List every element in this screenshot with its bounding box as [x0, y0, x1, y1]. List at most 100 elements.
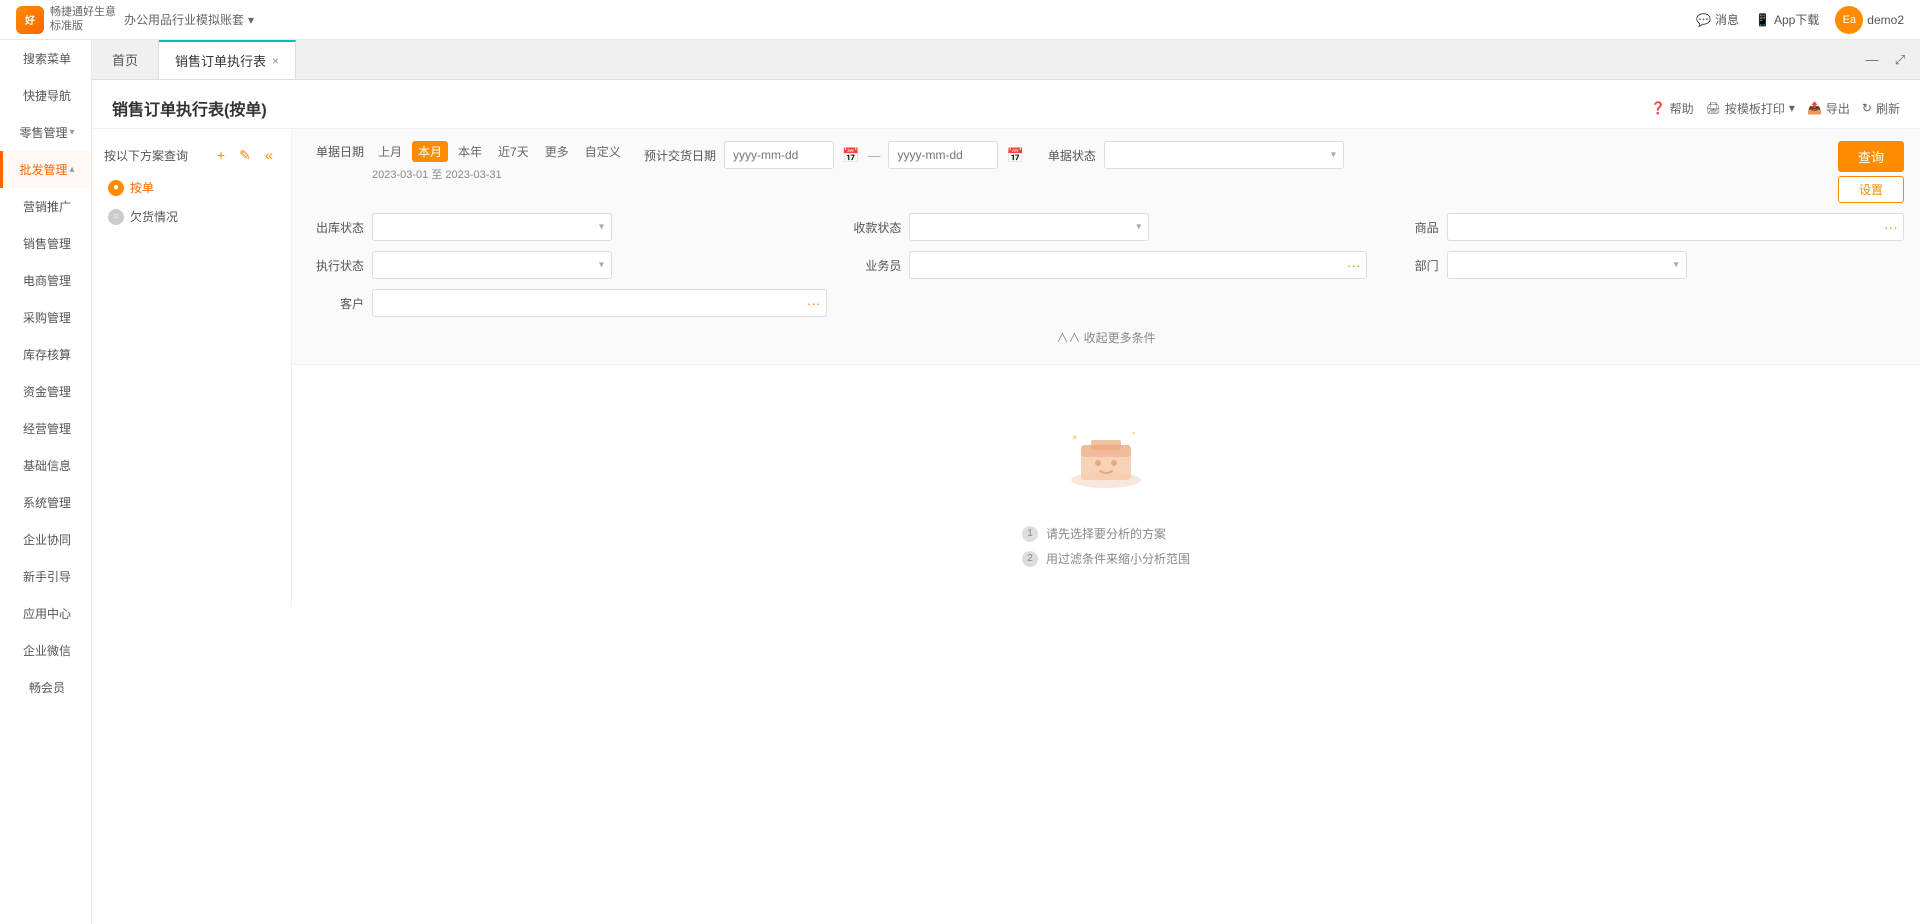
sidebar-item-new-guide[interactable]: 新手引导	[0, 558, 91, 595]
scheme-item-欠货情况[interactable]: ○ 欠货情况	[92, 202, 291, 231]
purchase-label: 采购管理	[23, 311, 71, 325]
message-button[interactable]: 💬 消息	[1696, 11, 1739, 28]
scheme-active-icon: ●	[108, 180, 124, 196]
user-profile[interactable]: Ea demo2	[1835, 6, 1904, 34]
tab-close-button[interactable]: ×	[272, 54, 279, 68]
customer-dots-button[interactable]: ···	[807, 295, 821, 311]
dept-select[interactable]	[1447, 251, 1687, 279]
sidebar-item-ecommerce[interactable]: 电商管理	[0, 262, 91, 299]
status-select[interactable]	[1104, 141, 1344, 169]
user-name: demo2	[1867, 13, 1904, 27]
new-guide-label: 新手引导	[23, 570, 71, 584]
tab-minimize-button[interactable]: —	[1860, 48, 1884, 72]
date-tab-last-month[interactable]: 上月	[372, 141, 408, 162]
export-button[interactable]: 📤 导出	[1807, 100, 1850, 117]
scheme-item-按单[interactable]: ● 按单	[92, 173, 291, 202]
salesperson-dots-button[interactable]: ···	[1347, 257, 1361, 273]
empty-step-1: 1 请先选择要分析的方案	[1022, 525, 1190, 542]
date-tab-7days[interactable]: 近7天	[492, 141, 535, 162]
sidebar-item-enterprise-wechat[interactable]: 企业微信	[0, 632, 91, 669]
left-panel-icons: + ✎ «	[211, 145, 279, 165]
date-start-calendar-icon[interactable]: 📅	[842, 147, 859, 164]
marketing-label: 营销推广	[23, 200, 71, 214]
empty-step-2: 2 用过滤条件来缩小分析范围	[1022, 550, 1190, 567]
enterprise-label: 企业协同	[23, 533, 71, 547]
add-scheme-button[interactable]: +	[211, 145, 231, 165]
sidebar-item-quick-nav[interactable]: 快捷导航	[0, 77, 91, 114]
logo-text: 畅捷通好生意 标准版	[50, 6, 116, 32]
help-button[interactable]: ❓ 帮助	[1651, 100, 1694, 117]
sidebar-item-ops[interactable]: 经营管理	[0, 410, 91, 447]
sidebar-item-retail-mgmt[interactable]: 零售管理 ▾	[0, 114, 91, 151]
logo-icon: 好	[16, 6, 44, 34]
tab-home[interactable]: 首页	[92, 40, 159, 79]
two-panel: 按以下方案查询 + ✎ «	[92, 129, 1920, 607]
goods-dots-button[interactable]: ···	[1884, 219, 1898, 235]
goods-label: 商品	[1383, 219, 1439, 236]
date-end-calendar-icon[interactable]: 📅	[1006, 147, 1023, 164]
sidebar-item-purchase[interactable]: 采购管理	[0, 299, 91, 336]
scheme-label-欠货情况: 欠货情况	[130, 208, 178, 225]
tab-maximize-button[interactable]: ⤢	[1888, 48, 1912, 72]
date-tab-this-month[interactable]: 本月	[412, 141, 448, 162]
goods-input[interactable]	[1447, 213, 1904, 241]
refresh-button[interactable]: ↻ 刷新	[1862, 100, 1900, 117]
customer-input[interactable]	[372, 289, 827, 317]
dept-label: 部门	[1383, 257, 1439, 274]
ecommerce-label: 电商管理	[23, 274, 71, 288]
page-content: 销售订单执行表(按单) ❓ 帮助 🖨 按模板打印 ▾ 📤	[92, 80, 1920, 924]
print-button[interactable]: 🖨 按模板打印 ▾	[1706, 100, 1795, 117]
payment-status-label: 收款状态	[845, 219, 901, 236]
app-center-label: 应用中心	[23, 607, 71, 621]
date-tab-this-year[interactable]: 本年	[452, 141, 488, 162]
search-button[interactable]: 查询	[1838, 141, 1904, 172]
sidebar-item-inventory[interactable]: 库存核算	[0, 336, 91, 373]
sidebar-item-sales-mgmt[interactable]: 销售管理	[0, 225, 91, 262]
app-download-icon: 📱	[1755, 13, 1770, 27]
svg-text:★: ★	[1071, 433, 1078, 442]
collapse-bar[interactable]: ∧∧ 收起更多条件	[308, 323, 1904, 352]
edit-scheme-button[interactable]: ✎	[235, 145, 255, 165]
sidebar-item-basic-info[interactable]: 基础信息	[0, 447, 91, 484]
sidebar-item-enterprise[interactable]: 企业协同	[0, 521, 91, 558]
sidebar-item-app-center[interactable]: 应用中心	[0, 595, 91, 632]
empty-illustration: ★ ★ ✦	[1056, 405, 1156, 505]
delivery-status-select[interactable]	[372, 213, 612, 241]
ops-label: 经营管理	[23, 422, 71, 436]
left-panel: 按以下方案查询 + ✎ «	[92, 129, 292, 607]
svg-text:✦: ✦	[1126, 443, 1130, 449]
sidebar-item-sys[interactable]: 系统管理	[0, 484, 91, 521]
collapse-panel-button[interactable]: «	[259, 145, 279, 165]
page-header-actions: ❓ 帮助 🖨 按模板打印 ▾ 📤 导出 ↻	[1651, 100, 1900, 117]
page-inner: 销售订单执行表(按单) ❓ 帮助 🖨 按模板打印 ▾ 📤	[92, 80, 1920, 924]
payment-status-select[interactable]	[909, 213, 1149, 241]
sidebar-item-finance[interactable]: 资金管理	[0, 373, 91, 410]
salesperson-input[interactable]	[909, 251, 1366, 279]
page-title: 销售订单执行表(按单)	[112, 96, 267, 120]
page-header: 销售订单执行表(按单) ❓ 帮助 🖨 按模板打印 ▾ 📤	[92, 80, 1920, 129]
quick-nav-label: 快捷导航	[23, 89, 71, 103]
wholesale-mgmt-label: 批发管理	[19, 161, 67, 178]
date-tab-custom[interactable]: 自定义	[579, 141, 627, 162]
tab-bar-actions: — ⤢	[1860, 40, 1920, 79]
date-tab-more[interactable]: 更多	[539, 141, 575, 162]
date-range-text: 2023-03-01 至 2023-03-31	[372, 166, 502, 182]
sys-label: 系统管理	[23, 496, 71, 510]
print-chevron-icon: ▾	[1789, 101, 1795, 115]
expected-date-start-input[interactable]	[724, 141, 834, 169]
vip-label: 畅会员	[29, 681, 65, 695]
salesperson-label: 业务员	[845, 257, 901, 274]
breadcrumb[interactable]: 办公用品行业模拟账套 ▾	[124, 11, 254, 28]
expected-date-end-input[interactable]	[888, 141, 998, 169]
sidebar-item-vip[interactable]: 畅会员	[0, 669, 91, 706]
collapse-icon: «	[265, 147, 273, 163]
settings-button[interactable]: 设置	[1838, 176, 1904, 203]
sidebar-item-wholesale-mgmt[interactable]: 批发管理 ▴	[0, 151, 91, 188]
tab-active[interactable]: 销售订单执行表 ×	[159, 40, 296, 79]
sidebar-item-search-menu[interactable]: 搜索菜单	[0, 40, 91, 77]
customer-label: 客户	[308, 295, 364, 312]
search-menu-label: 搜索菜单	[23, 52, 71, 66]
app-download-button[interactable]: 📱 App下载	[1755, 11, 1819, 28]
sidebar-item-marketing[interactable]: 营销推广	[0, 188, 91, 225]
exec-status-select[interactable]	[372, 251, 612, 279]
